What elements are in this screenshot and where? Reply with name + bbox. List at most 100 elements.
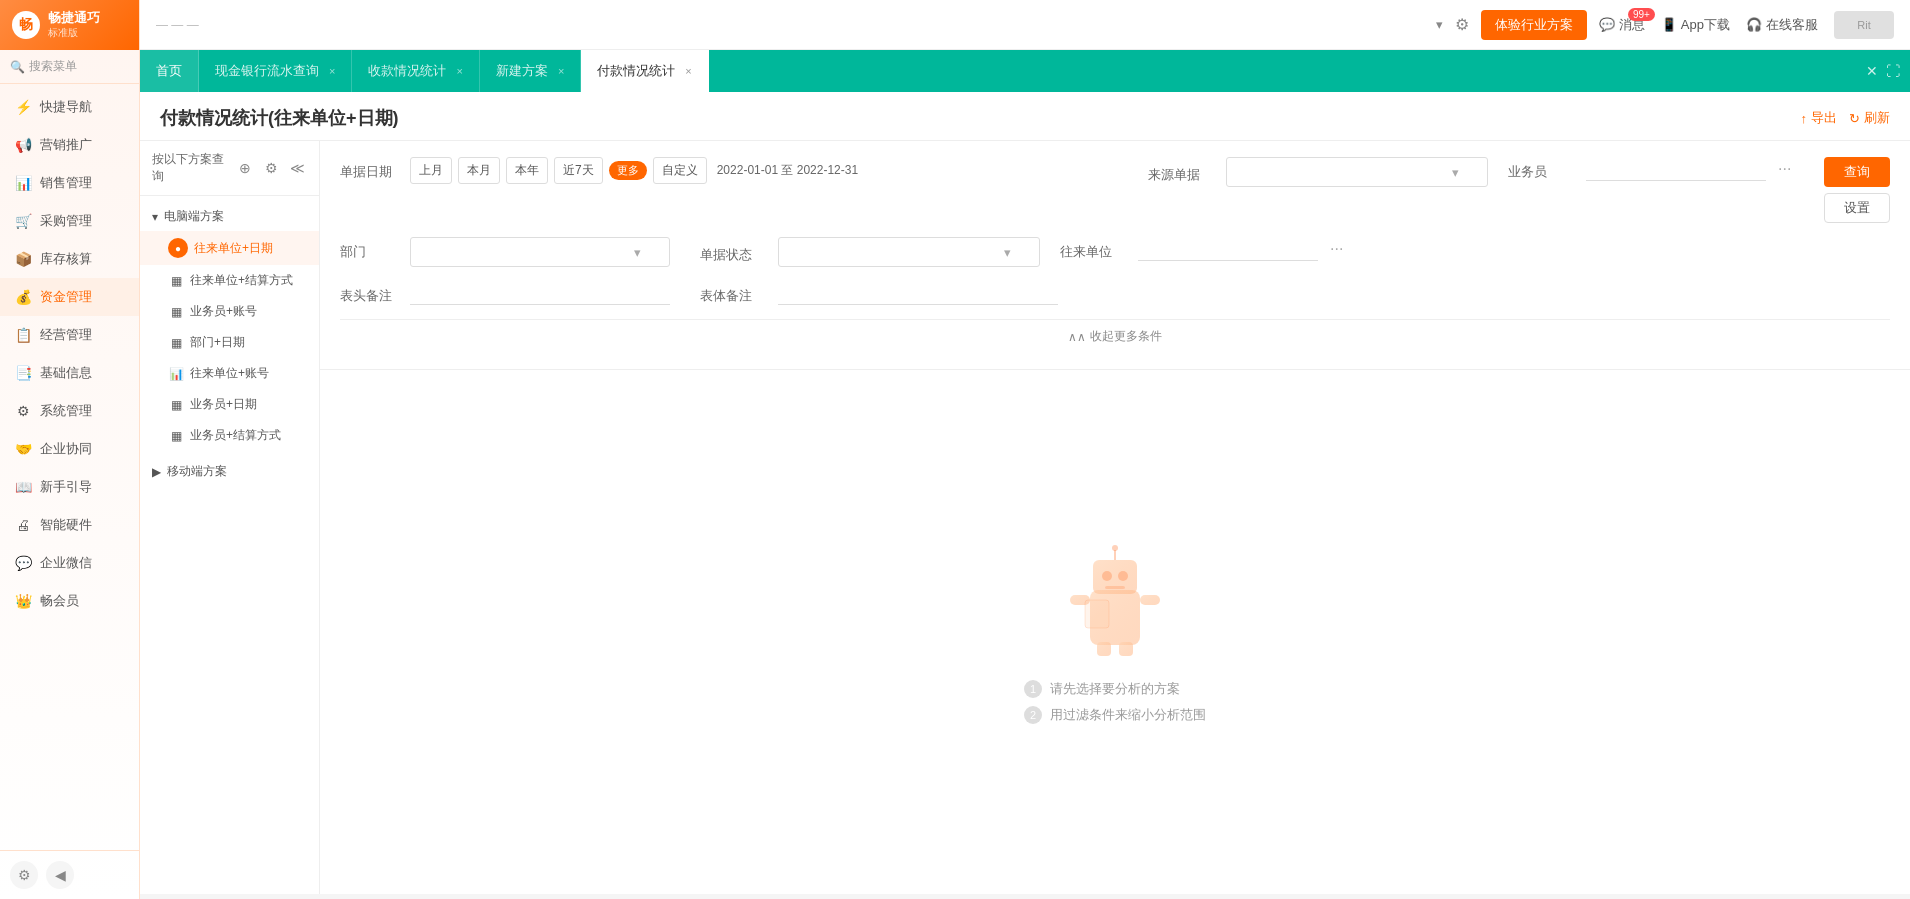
tip-text-2: 用过滤条件来缩小分析范围 (1050, 706, 1206, 724)
scheme-unit-date[interactable]: ● 往来单位+日期 (140, 231, 319, 265)
dept-arrow: ▾ (634, 245, 641, 260)
logo-version: 标准版 (48, 26, 100, 40)
user-avatar[interactable]: Rit (1834, 11, 1894, 39)
topbar-right: 💬 消息 99+ 📱 App下载 🎧 在线客服 Rit (1599, 11, 1894, 39)
staff-more-btn[interactable]: ··· (1774, 160, 1795, 178)
scheme-staff-date[interactable]: ▦ 业务员+日期 (140, 389, 319, 420)
pc-group-title[interactable]: ▾ 电脑端方案 (140, 202, 319, 231)
mobile-group-title[interactable]: ▶ 移动端方案 (140, 457, 319, 486)
panel-collapse-btn[interactable]: ≪ (287, 158, 307, 178)
sidebar-item-basic-info[interactable]: 📑 基础信息 (0, 354, 139, 392)
topbar-dropdown-icon[interactable]: ▾ (1436, 17, 1443, 32)
collapse-btn[interactable]: ◀ (46, 861, 74, 889)
sales-icon: 📊 (14, 174, 32, 192)
sidebar-item-operation[interactable]: 📋 经营管理 (0, 316, 139, 354)
partner-input[interactable] (1138, 237, 1318, 261)
date-last-month-btn[interactable]: 上月 (410, 157, 452, 184)
tab-new-scheme[interactable]: 新建方案 × (480, 50, 581, 92)
system-icon: ⚙ (14, 402, 32, 420)
scheme-unit-account[interactable]: 📊 往来单位+账号 (140, 358, 319, 389)
tab-bank-close[interactable]: × (329, 65, 335, 77)
sidebar-item-guide[interactable]: 📖 新手引导 (0, 468, 139, 506)
scheme-grid-icon5: ▦ (168, 428, 184, 444)
date-7days-btn[interactable]: 近7天 (554, 157, 603, 184)
scheme-grid-icon: ▦ (168, 273, 184, 289)
source-dropdown[interactable]: ▾ (1226, 157, 1488, 187)
date-this-year-btn[interactable]: 本年 (506, 157, 548, 184)
scheme-unit-settlement[interactable]: ▦ 往来单位+结算方式 (140, 265, 319, 296)
sidebar-item-label: 企业协同 (40, 440, 92, 458)
tab-payment[interactable]: 付款情况统计 × (581, 50, 708, 92)
docstatus-dropdown[interactable]: ▾ (778, 237, 1040, 267)
collapse-filter-btn[interactable]: ∧∧ 收起更多条件 (340, 319, 1890, 353)
sidebar-item-hardware[interactable]: 🖨 智能硬件 (0, 506, 139, 544)
scheme-settings-btn[interactable]: ⚙ (261, 158, 281, 178)
body-note-label: 表体备注 (700, 281, 770, 305)
sidebar-item-quick-nav[interactable]: ⚡ 快捷导航 (0, 88, 139, 126)
staff-input[interactable] (1586, 157, 1766, 181)
header-note-label: 表头备注 (340, 281, 410, 305)
online-service-label: 在线客服 (1766, 16, 1818, 34)
mobile-group-arrow: ▶ (152, 465, 161, 479)
source-arrow: ▾ (1452, 165, 1459, 180)
tab-new-scheme-close[interactable]: × (558, 65, 564, 77)
sidebar-item-vip[interactable]: 👑 畅会员 (0, 582, 139, 620)
sidebar-item-system[interactable]: ⚙ 系统管理 (0, 392, 139, 430)
tab-payment-close[interactable]: × (685, 65, 691, 77)
partner-more-btn[interactable]: ··· (1326, 240, 1347, 258)
filter-area: 单据日期 上月 本月 本年 近7天 更多 自定义 2022-01-01 至 20… (320, 141, 1910, 370)
sidebar-item-purchase[interactable]: 🛒 采购管理 (0, 202, 139, 240)
finance-icon: 💰 (14, 288, 32, 306)
topbar-settings-icon[interactable]: ⚙ (1455, 15, 1469, 34)
empty-tips: 1 请先选择要分析的方案 2 用过滤条件来缩小分析范围 (1024, 680, 1206, 724)
search-trigger[interactable]: 🔍 搜索菜单 (10, 58, 129, 75)
hardware-icon: 🖨 (14, 516, 32, 534)
tab-expand-btn[interactable]: ⛶ (1886, 63, 1900, 79)
online-service-btn[interactable]: 🎧 在线客服 (1746, 16, 1818, 34)
logo-name: 畅捷通巧 (48, 10, 100, 26)
refresh-btn[interactable]: ↻ 刷新 (1849, 109, 1890, 127)
sidebar-item-label: 销售管理 (40, 174, 92, 192)
sidebar-item-sales[interactable]: 📊 销售管理 (0, 164, 139, 202)
date-more-btn[interactable]: 更多 (609, 161, 647, 180)
sidebar-item-finance[interactable]: 💰 资金管理 (0, 278, 139, 316)
sidebar-search-area[interactable]: 🔍 搜索菜单 (0, 50, 139, 84)
add-scheme-btn[interactable]: ⊕ (235, 158, 255, 178)
page-title: 付款情况统计(往来单位+日期) (160, 106, 399, 130)
export-btn[interactable]: ↑ 导出 (1801, 109, 1838, 127)
sidebar-item-marketing[interactable]: 📢 营销推广 (0, 126, 139, 164)
scheme-staff-settlement[interactable]: ▦ 业务员+结算方式 (140, 420, 319, 451)
tab-home[interactable]: 首页 (140, 50, 199, 92)
sidebar-item-wechat[interactable]: 💬 企业微信 (0, 544, 139, 582)
scheme-dept-date[interactable]: ▦ 部门+日期 (140, 327, 319, 358)
header-note-input[interactable] (410, 281, 670, 305)
refresh-icon: ↻ (1849, 111, 1860, 126)
scheme-grid-icon2: ▦ (168, 304, 184, 320)
notice-btn[interactable]: 💬 消息 99+ (1599, 16, 1645, 34)
scheme-staff-account[interactable]: ▦ 业务员+账号 (140, 296, 319, 327)
sidebar-item-label: 基础信息 (40, 364, 92, 382)
docstatus-label: 单据状态 (700, 240, 770, 264)
body-note-input[interactable] (778, 281, 1058, 305)
empty-tip-2: 2 用过滤条件来缩小分析范围 (1024, 706, 1206, 724)
tab-collection-close[interactable]: × (456, 65, 462, 77)
sidebar-logo: 畅 畅捷通巧 标准版 (0, 0, 139, 50)
date-this-month-btn[interactable]: 本月 (458, 157, 500, 184)
date-custom-btn[interactable]: 自定义 (653, 157, 707, 184)
tab-bank[interactable]: 现金银行流水查询 × (199, 50, 352, 92)
operation-icon: 📋 (14, 326, 32, 344)
left-panel-actions: ⊕ ⚙ ≪ (235, 158, 307, 178)
dept-dropdown[interactable]: ▾ (410, 237, 670, 267)
settings-bottom-btn[interactable]: ⚙ (10, 861, 38, 889)
query-btn[interactable]: 查询 (1824, 157, 1890, 187)
staff-label: 业务员 (1508, 157, 1578, 181)
sidebar-item-inventory[interactable]: 📦 库存核算 (0, 240, 139, 278)
tab-close-all-btn[interactable]: ✕ (1866, 63, 1878, 79)
trial-btn[interactable]: 体验行业方案 (1481, 10, 1587, 40)
app-download-btn[interactable]: 📱 App下载 (1661, 16, 1730, 34)
tab-collection[interactable]: 收款情况统计 × (352, 50, 479, 92)
sidebar-item-collab[interactable]: 🤝 企业协同 (0, 430, 139, 468)
settings-btn[interactable]: 设置 (1824, 193, 1890, 223)
svg-rect-11 (1085, 600, 1109, 628)
tabbar: 首页 现金银行流水查询 × 收款情况统计 × 新建方案 × 付款情况统计 × ✕… (140, 50, 1910, 92)
